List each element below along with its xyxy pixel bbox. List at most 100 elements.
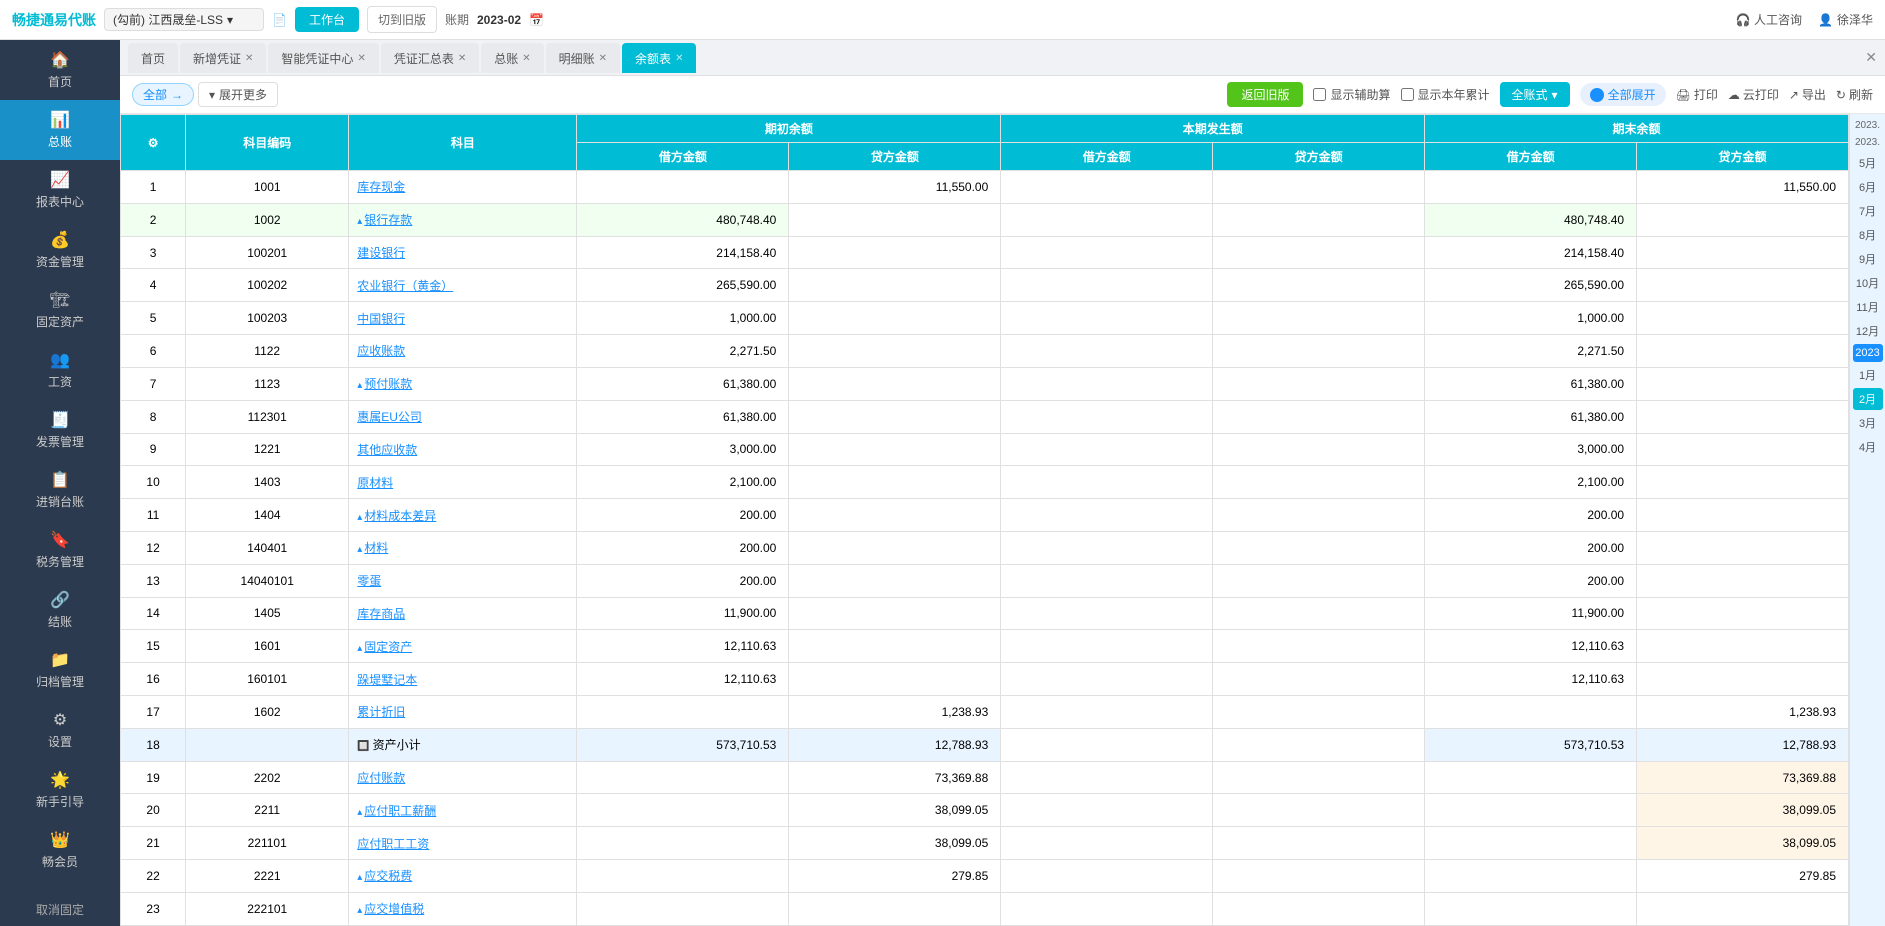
account-name-link[interactable]: 跺堤墅记本: [357, 673, 417, 687]
month-3-button[interactable]: 3月: [1853, 412, 1883, 434]
sidebar-item-home[interactable]: 🏠 首页: [0, 40, 120, 100]
month-4-button[interactable]: 4月: [1853, 436, 1883, 458]
account-name-link[interactable]: 应交税费: [364, 869, 412, 883]
month-1-button[interactable]: 1月: [1853, 364, 1883, 386]
consult-label[interactable]: 🎧 人工咨询: [1736, 11, 1802, 28]
sidebar-item-funds[interactable]: 💰 资金管理: [0, 220, 120, 280]
show-ytd-input[interactable]: [1401, 88, 1414, 101]
expand-icon[interactable]: ▴: [357, 380, 362, 391]
row-name-3[interactable]: 农业银行（黄金）: [349, 269, 577, 302]
sidebar-item-guide[interactable]: 🌟 新手引导: [0, 760, 120, 820]
month-7-button[interactable]: 7月: [1853, 200, 1883, 222]
account-name-link[interactable]: 库存现金: [357, 180, 405, 194]
row-name-4[interactable]: 中国银行: [349, 302, 577, 335]
row-name-13[interactable]: 库存商品: [349, 597, 577, 630]
refresh-button[interactable]: ↻ 刷新: [1836, 86, 1873, 103]
year-2023-button[interactable]: 2023: [1853, 344, 1883, 362]
row-name-2[interactable]: 建设银行: [349, 236, 577, 269]
account-name-link[interactable]: 其他应收款: [357, 443, 417, 457]
account-name-link[interactable]: 银行存款: [364, 213, 412, 227]
tab-new-voucher[interactable]: 新增凭证 ✕: [180, 43, 266, 73]
tab-detail-account[interactable]: 明细账 ✕: [546, 43, 620, 73]
tab-home[interactable]: 首页: [128, 43, 178, 73]
expand-more-button[interactable]: ▾ 展开更多: [198, 82, 278, 107]
account-name-link[interactable]: 材料成本差异: [364, 509, 436, 523]
month-2-button[interactable]: 2月: [1853, 388, 1883, 410]
print-button[interactable]: 🖨 打印: [1676, 86, 1718, 103]
tab-smart-center[interactable]: 智能凭证中心 ✕: [268, 43, 378, 73]
sidebar-item-close[interactable]: 🔗 结账: [0, 580, 120, 640]
workbench-button[interactable]: 工作台: [295, 7, 359, 32]
row-name-20[interactable]: 应付职工工资: [349, 827, 577, 860]
month-10-button[interactable]: 10月: [1853, 272, 1883, 294]
show-aux-input[interactable]: [1313, 88, 1326, 101]
row-name-8[interactable]: 其他应收款: [349, 433, 577, 466]
account-name-link[interactable]: 库存商品: [357, 607, 405, 621]
tab-voucher-summary[interactable]: 凭证汇总表 ✕: [381, 43, 479, 73]
row-name-9[interactable]: 原材料: [349, 466, 577, 499]
sidebar-item-vip[interactable]: 👑 畅会员: [0, 820, 120, 880]
account-name-link[interactable]: 应付账款: [357, 771, 405, 785]
sidebar-item-ledger[interactable]: 📊 总账: [0, 100, 120, 160]
expand-icon[interactable]: ▴: [357, 544, 362, 555]
return-old-button[interactable]: 返回旧版: [1227, 82, 1303, 107]
row-name-22[interactable]: ▴应交增值税: [349, 892, 577, 925]
close-detail-account-icon[interactable]: ✕: [599, 53, 607, 64]
row-name-16[interactable]: 累计折旧: [349, 696, 577, 729]
row-name-17[interactable]: 🔲资产小计: [349, 728, 577, 761]
month-9-button[interactable]: 9月: [1853, 248, 1883, 270]
sidebar-item-archive[interactable]: 📁 归档管理: [0, 640, 120, 700]
account-name-link[interactable]: 零蛋: [357, 574, 381, 588]
month-6-button[interactable]: 6月: [1853, 176, 1883, 198]
row-name-1[interactable]: ▴银行存款: [349, 203, 577, 236]
export-button[interactable]: ↗ 导出: [1789, 86, 1826, 103]
account-name-link[interactable]: 固定资产: [364, 640, 412, 654]
row-name-14[interactable]: ▴固定资产: [349, 630, 577, 663]
close-new-voucher-icon[interactable]: ✕: [245, 53, 253, 64]
account-name-link[interactable]: 应付职工薪酬: [364, 804, 436, 818]
month-8-button[interactable]: 8月: [1853, 224, 1883, 246]
account-name-link[interactable]: 材料: [364, 541, 388, 555]
tab-balance-sheet[interactable]: 余额表 ✕: [622, 43, 696, 73]
filter-all-button[interactable]: 全部 →: [132, 83, 194, 106]
company-selector[interactable]: (勾前) 江西晟垒-LSS ▾: [104, 8, 264, 31]
account-name-link[interactable]: 原材料: [357, 476, 393, 490]
close-balance-sheet-icon[interactable]: ✕: [675, 53, 683, 64]
account-name-link[interactable]: 建设银行: [357, 246, 405, 260]
expand-icon[interactable]: ▴: [357, 905, 362, 916]
avatar-area[interactable]: 👤 徐泽华: [1818, 11, 1873, 28]
header-settings-icon[interactable]: ⚙: [121, 115, 186, 171]
close-smart-center-icon[interactable]: ✕: [357, 53, 365, 64]
show-ytd-checkbox[interactable]: 显示本年累计: [1401, 86, 1490, 103]
row-name-18[interactable]: 应付账款: [349, 761, 577, 794]
row-name-5[interactable]: 应收账款: [349, 335, 577, 368]
row-name-6[interactable]: ▴预付账款: [349, 367, 577, 400]
row-name-11[interactable]: ▴材料: [349, 531, 577, 564]
account-name-link[interactable]: 应交增值税: [364, 902, 424, 916]
expand-icon[interactable]: ▴: [357, 872, 362, 883]
close-general-ledger-icon[interactable]: ✕: [522, 53, 530, 64]
expand-icon[interactable]: ▴: [357, 643, 362, 654]
expand-icon[interactable]: ▴: [357, 807, 362, 818]
account-name-link[interactable]: 惠属EU公司: [357, 410, 422, 424]
row-name-19[interactable]: ▴应付职工薪酬: [349, 794, 577, 827]
sidebar-item-tax[interactable]: 🔖 税务管理: [0, 520, 120, 580]
account-name-link[interactable]: 应付职工工资: [357, 837, 429, 851]
sidebar-item-purchase[interactable]: 📋 进销台账: [0, 460, 120, 520]
sidebar-item-salary[interactable]: 👥 工资: [0, 340, 120, 400]
row-name-7[interactable]: 惠属EU公司: [349, 400, 577, 433]
row-name-15[interactable]: 跺堤墅记本: [349, 663, 577, 696]
row-name-0[interactable]: 库存现金: [349, 171, 577, 204]
row-name-12[interactable]: 零蛋: [349, 564, 577, 597]
sidebar-item-settings[interactable]: ⚙ 设置: [0, 700, 120, 760]
expand-icon[interactable]: ▴: [357, 216, 362, 227]
cloud-print-button[interactable]: ☁ 云打印: [1728, 86, 1779, 103]
switch-version-button[interactable]: 切到旧版: [367, 6, 437, 33]
sidebar-item-assets[interactable]: 🏗 固定资产: [0, 280, 120, 340]
row-name-21[interactable]: ▴应交税费: [349, 860, 577, 893]
table-container[interactable]: ⚙ 科目编码 科目 期初余额 本期发生额 期末余额 借方金额 贷方金额 借方金额…: [120, 114, 1849, 926]
tab-general-ledger[interactable]: 总账 ✕: [481, 43, 543, 73]
toggle-expand-button[interactable]: 全部展开: [1580, 83, 1666, 106]
sidebar-item-invoice[interactable]: 🧾 发票管理: [0, 400, 120, 460]
month-12-button[interactable]: 12月: [1853, 320, 1883, 342]
